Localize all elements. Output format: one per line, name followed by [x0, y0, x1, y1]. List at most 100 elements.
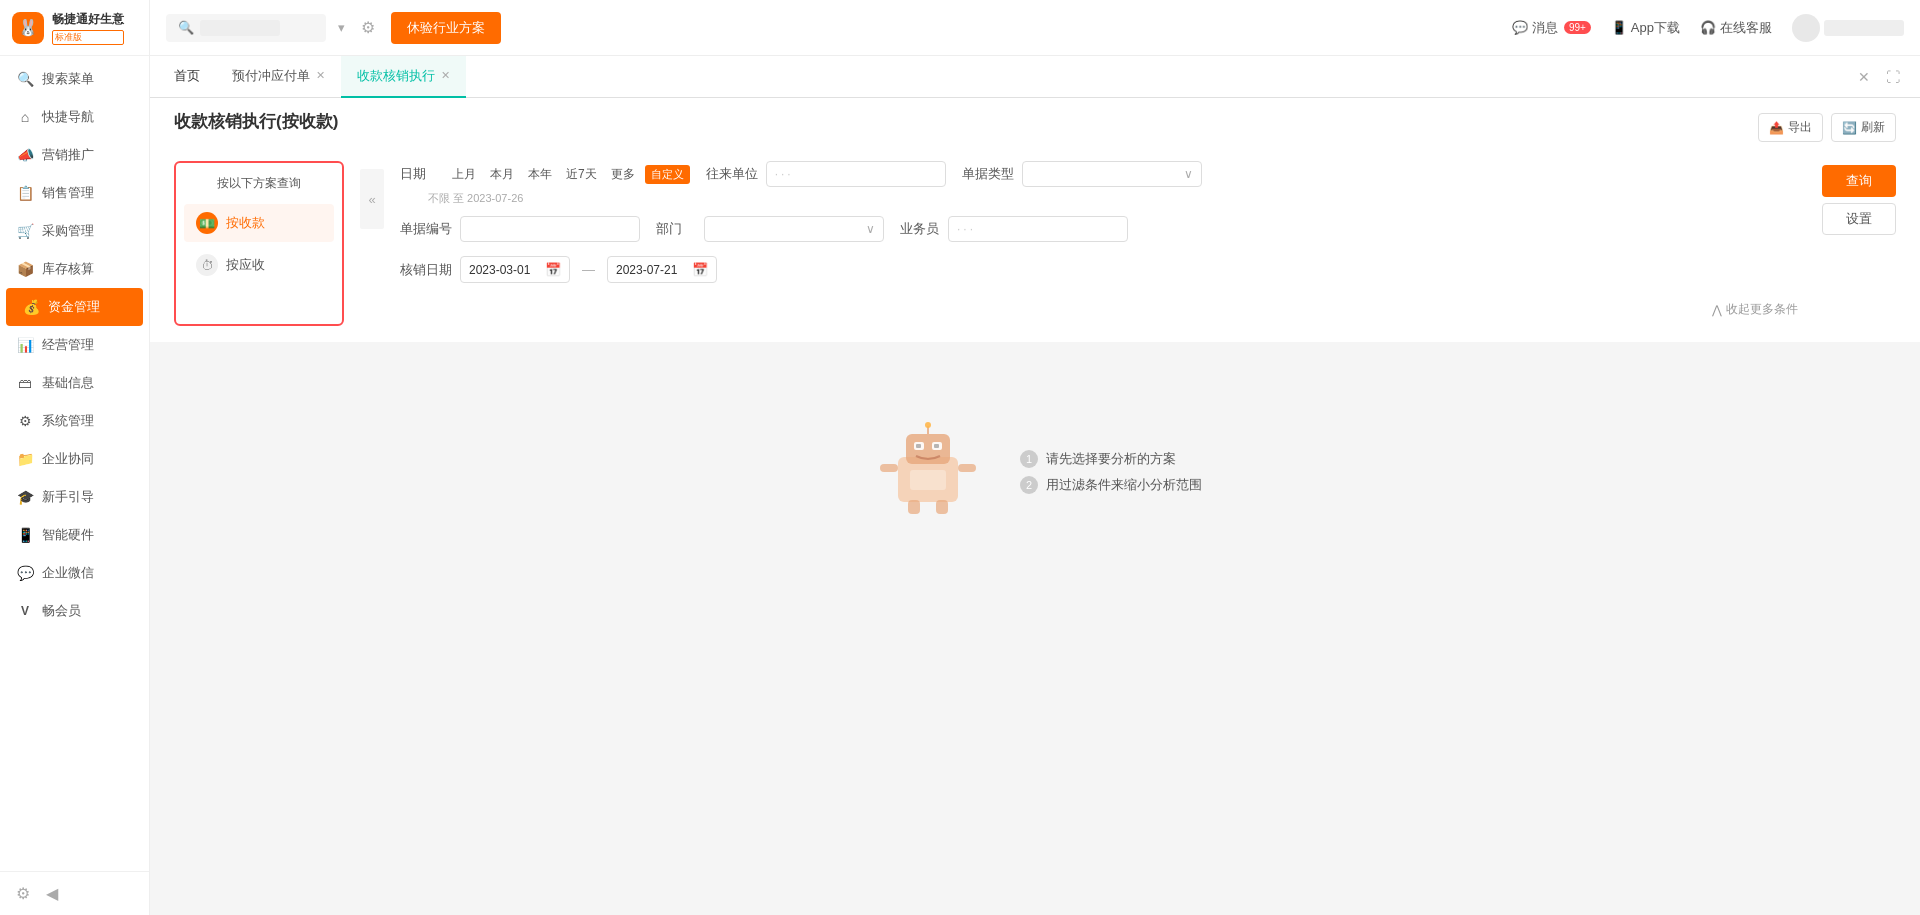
sidebar-item-basic[interactable]: 🗃 基础信息 — [0, 364, 149, 402]
wechat-icon: 💬 — [16, 565, 34, 581]
collapse-btn-wrap: « — [360, 161, 384, 326]
calendar-end-icon: 📅 — [692, 262, 708, 277]
writeoff-date-start[interactable]: 2023-03-01 📅 — [460, 256, 570, 283]
solution-btn[interactable]: 休验行业方案 — [391, 12, 501, 44]
inventory-icon: 📦 — [16, 261, 34, 277]
sidebar-item-guide[interactable]: 🎓 新手引导 — [0, 478, 149, 516]
sidebar-logo: 🐰 畅捷通好生意 标准版 — [0, 0, 149, 56]
sidebar-item-purchase[interactable]: 🛒 采购管理 — [0, 212, 149, 250]
refresh-btn[interactable]: 🔄 刷新 — [1831, 113, 1896, 142]
svg-rect-5 — [934, 444, 939, 448]
writeoff-date-label: 核销日期 — [400, 261, 452, 279]
filter-sidebar-title: 按以下方案查询 — [184, 175, 334, 192]
sidebar-item-label: 营销推广 — [42, 146, 94, 164]
tab-writeoff[interactable]: 收款核销执行 ✕ — [341, 56, 466, 98]
sidebar-item-vip[interactable]: V 畅会员 — [0, 592, 149, 630]
sidebar-item-marketing[interactable]: 📣 营销推广 — [0, 136, 149, 174]
doc-type-select[interactable]: ∨ — [1022, 161, 1202, 187]
tip-num-2: 2 — [1020, 476, 1038, 494]
staff-select[interactable]: ··· — [948, 216, 1128, 242]
doc-num-input[interactable] — [460, 216, 640, 242]
svg-rect-7 — [936, 500, 948, 514]
date-shortcut-this-month[interactable]: 本月 — [486, 164, 518, 185]
tab-writeoff-label: 收款核销执行 — [357, 67, 435, 85]
date-shortcuts: 上月 本月 本年 近7天 更多 自定义 — [448, 164, 690, 185]
setting-btn[interactable]: 设置 — [1822, 203, 1896, 235]
enterprise-icon: 📁 — [16, 451, 34, 467]
logo-name: 畅捷通好生意 — [52, 11, 124, 28]
tab-home[interactable]: 首页 — [158, 56, 216, 98]
tab-writeoff-close[interactable]: ✕ — [441, 69, 450, 82]
topbar-search[interactable]: 🔍 — [166, 14, 326, 42]
writeoff-date-end[interactable]: 2023-07-21 📅 — [607, 256, 717, 283]
tip-text-2: 用过滤条件来缩小分析范围 — [1046, 476, 1202, 494]
user-name-text — [1824, 20, 1904, 36]
sidebar-item-label: 库存核算 — [42, 260, 94, 278]
tab-prepay-close[interactable]: ✕ — [316, 69, 325, 82]
sidebar: 🐰 畅捷通好生意 标准版 🔍 搜索菜单 ⌂ 快捷导航 📣 营销推广 📋 销售管理… — [0, 0, 150, 915]
dept-select[interactable]: ∨ — [704, 216, 884, 242]
counterpart-label: 往来单位 — [706, 165, 758, 183]
page-content: 收款核销执行(按收款) 📤 导出 🔄 刷新 按以下方案查询 — [150, 98, 1920, 915]
counterpart-field: 往来单位 ··· — [706, 161, 946, 187]
sidebar-item-system[interactable]: ⚙ 系统管理 — [0, 402, 149, 440]
sidebar-item-hardware[interactable]: 📱 智能硬件 — [0, 516, 149, 554]
svg-rect-6 — [908, 500, 920, 514]
sidebar-item-label: 企业微信 — [42, 564, 94, 582]
sidebar-item-sales[interactable]: 📋 销售管理 — [0, 174, 149, 212]
filter-area: 按以下方案查询 💵 按收款 ⏱ 按应收 « — [150, 145, 1920, 342]
sidebar-item-inventory[interactable]: 📦 库存核算 — [0, 250, 149, 288]
date-shortcut-last-month[interactable]: 上月 — [448, 164, 480, 185]
svg-rect-4 — [916, 444, 921, 448]
sidebar-bottom: ⚙ ◀ — [0, 871, 149, 915]
query-row-3: 核销日期 2023-03-01 📅 — 2023-07-21 📅 — [400, 256, 1798, 283]
sidebar-settings-icon[interactable]: ⚙ — [16, 884, 30, 903]
sidebar-item-finance[interactable]: 💰 资金管理 — [6, 288, 143, 326]
staff-dots: ··· — [957, 222, 976, 236]
app-label: App下载 — [1631, 19, 1680, 37]
date-shortcut-7days[interactable]: 近7天 — [562, 164, 601, 185]
filter-option-by-receivable[interactable]: ⏱ 按应收 — [184, 246, 334, 284]
counterpart-select[interactable]: ··· — [766, 161, 946, 187]
sidebar-item-label: 智能硬件 — [42, 526, 94, 544]
tab-close-all-icon[interactable]: ✕ — [1854, 65, 1874, 89]
topbar-settings-icon[interactable]: ⚙ — [361, 18, 375, 37]
sidebar-item-enterprise[interactable]: 📁 企业协同 — [0, 440, 149, 478]
export-btn[interactable]: 📤 导出 — [1758, 113, 1823, 142]
dept-label: 部门 — [656, 220, 696, 238]
sidebar-item-operations[interactable]: 📊 经营管理 — [0, 326, 149, 364]
collapse-more-btn[interactable]: ⋀ 收起更多条件 — [400, 297, 1798, 326]
date-shortcut-custom[interactable]: 自定义 — [645, 165, 690, 184]
query-btn[interactable]: 查询 — [1822, 165, 1896, 197]
basic-icon: 🗃 — [16, 375, 34, 391]
message-icon: 💬 — [1512, 20, 1528, 35]
tab-prepay[interactable]: 预付冲应付单 ✕ — [216, 56, 341, 98]
search-icon: 🔍 — [178, 20, 194, 35]
collapse-more-label: 收起更多条件 — [1726, 301, 1798, 318]
service-btn[interactable]: 🎧 在线客服 — [1700, 19, 1772, 37]
tab-maximize-icon[interactable]: ⛶ — [1882, 65, 1904, 89]
sidebar-item-label: 企业协同 — [42, 450, 94, 468]
user-area[interactable] — [1792, 14, 1904, 42]
sidebar-item-label: 快捷导航 — [42, 108, 94, 126]
finance-icon: 💰 — [22, 299, 40, 315]
date-shortcut-this-year[interactable]: 本年 — [524, 164, 556, 185]
writeoff-date-start-value: 2023-03-01 — [469, 263, 530, 277]
date-shortcut-more[interactable]: 更多 — [607, 164, 639, 185]
filter-collapse-btn[interactable]: « — [360, 169, 384, 229]
app-download-btn[interactable]: 📱 App下载 — [1611, 19, 1680, 37]
topbar-dropdown-icon[interactable]: ▾ — [338, 20, 345, 35]
sales-icon: 📋 — [16, 185, 34, 201]
dept-field: 部门 ∨ — [656, 216, 884, 242]
filter-option-by-receipt[interactable]: 💵 按收款 — [184, 204, 334, 242]
sidebar-item-wechat[interactable]: 💬 企业微信 — [0, 554, 149, 592]
sidebar-item-quick-nav[interactable]: ⌂ 快捷导航 — [0, 98, 149, 136]
sidebar-item-label: 经营管理 — [42, 336, 94, 354]
sidebar-collapse-icon[interactable]: ◀ — [46, 884, 58, 903]
vip-icon: V — [16, 604, 34, 618]
svg-rect-10 — [910, 470, 946, 490]
sidebar-item-search-menu[interactable]: 🔍 搜索菜单 — [0, 60, 149, 98]
sidebar-item-label: 搜索菜单 — [42, 70, 94, 88]
staff-field: 业务员 ··· — [900, 216, 1128, 242]
message-btn[interactable]: 💬 消息 99+ — [1512, 19, 1591, 37]
